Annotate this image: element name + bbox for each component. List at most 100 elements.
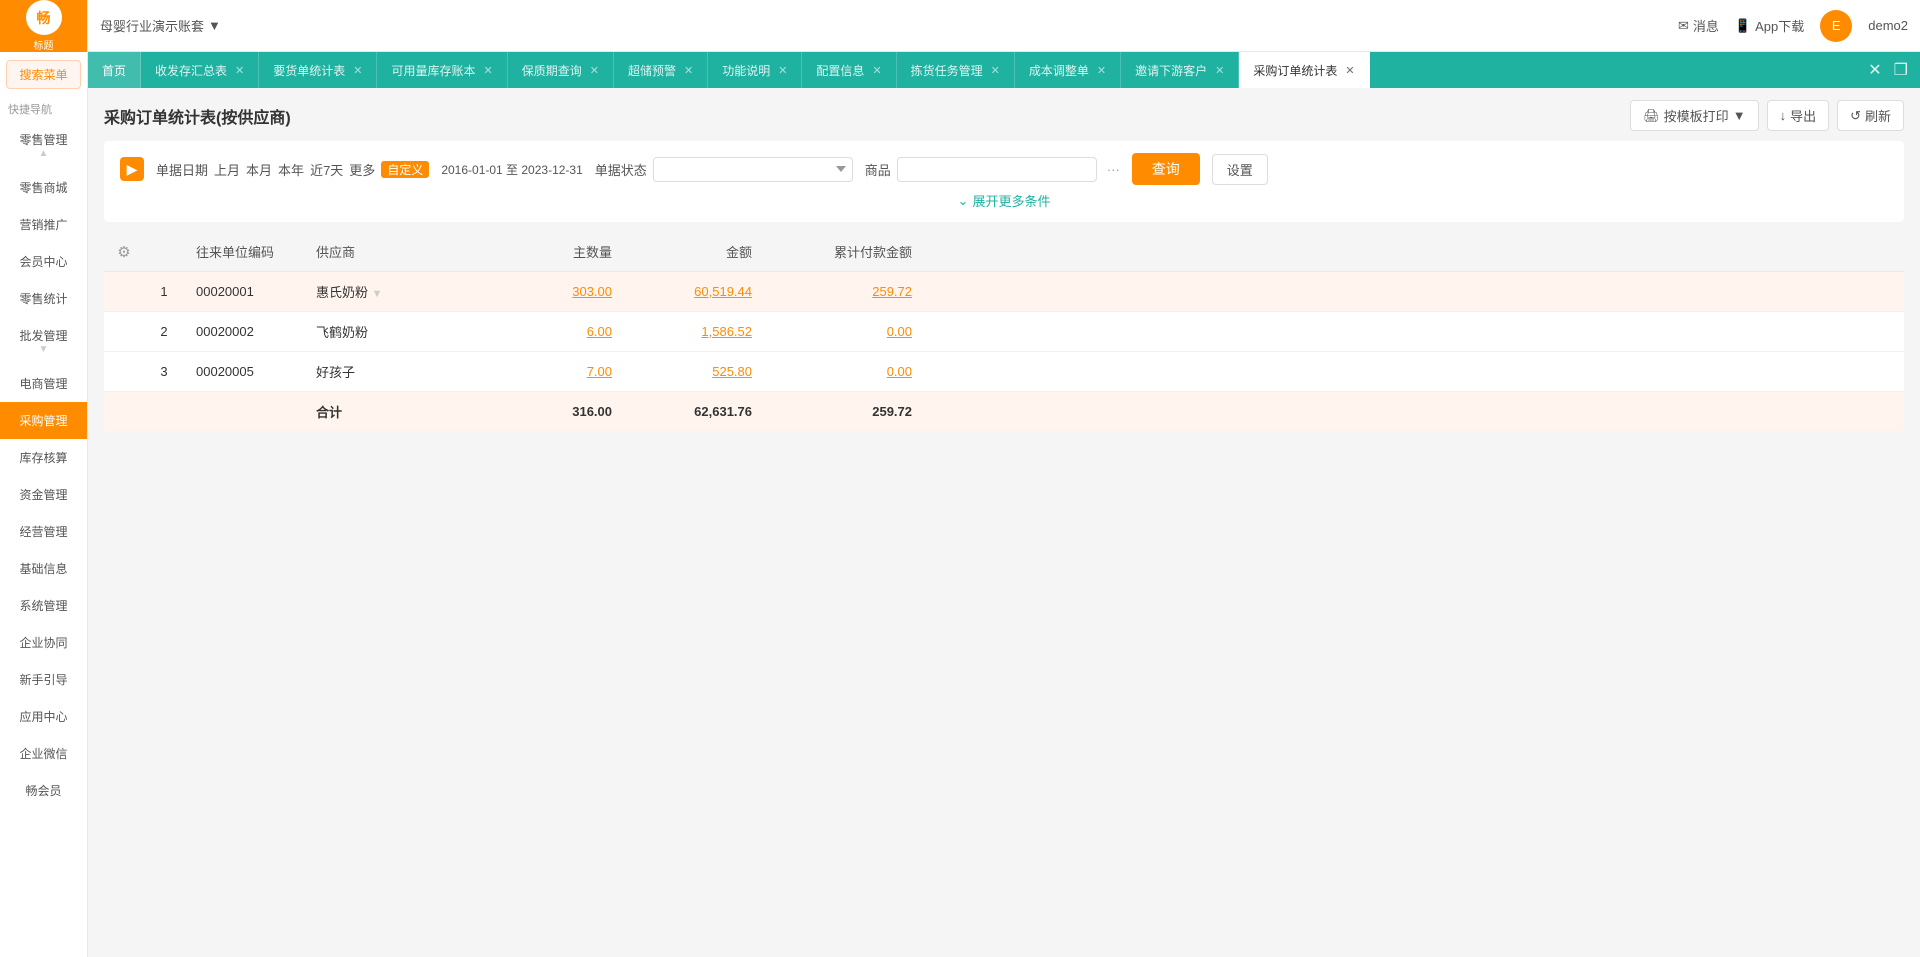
tab-cost-close-icon[interactable]: ✕ xyxy=(1097,64,1106,77)
app-download-button[interactable]: 📱 App下载 xyxy=(1735,16,1804,35)
tab-home[interactable]: 首页 xyxy=(88,52,141,88)
date-7days[interactable]: 近7天 xyxy=(310,160,343,179)
col-header-check: ⚙ xyxy=(104,232,144,272)
footer-qty: 316.00 xyxy=(504,392,624,432)
tab-invite-client[interactable]: 邀请下游客户 ✕ xyxy=(1121,52,1239,88)
tab-pick-task[interactable]: 拣货任务管理 ✕ xyxy=(897,52,1015,88)
tab-purchase-stats-close-icon[interactable]: ✕ xyxy=(1345,64,1354,77)
sidebar-item-wholesale[interactable]: 批发管理 ▼ xyxy=(0,317,87,365)
tab-inventory-ledger[interactable]: 可用量库存账本 ✕ xyxy=(377,52,507,88)
tab-invite-close-icon[interactable]: ✕ xyxy=(1215,64,1224,77)
col-header-paid: 累计付款金额 xyxy=(764,232,924,272)
row2-extra xyxy=(924,312,1904,352)
filter-bar: ▶ 单据日期 上月 本月 本年 近7天 更多 自定义 2016-01-01 至 … xyxy=(104,141,1904,222)
sidebar-item-newbie[interactable]: 新手引导 xyxy=(0,661,87,698)
purchase-label: 采购管理 xyxy=(19,412,67,429)
tab-cost-label: 成本调整单 xyxy=(1029,62,1089,79)
filter-toggle-button[interactable]: ▶ xyxy=(120,157,144,181)
tab-cost-adjust[interactable]: 成本调整单 ✕ xyxy=(1015,52,1121,88)
tab-close-all-button[interactable]: ✕ xyxy=(1864,58,1885,82)
tab-inventory-label: 可用量库存账本 xyxy=(391,62,475,79)
row1-supplier-text: 惠氏奶粉 xyxy=(316,285,368,300)
enterprise-label: 企业协同 xyxy=(19,634,67,651)
refresh-icon: ↺ xyxy=(1850,108,1861,124)
account-dropdown[interactable]: 母婴行业演示账套 ▼ xyxy=(100,16,221,35)
footer-index xyxy=(144,392,184,432)
date-custom-badge[interactable]: 自定义 xyxy=(381,161,429,178)
date-label: 单据日期 xyxy=(156,160,208,179)
sidebar-item-retail-shop[interactable]: 零售商城 xyxy=(0,169,87,206)
row2-amount[interactable]: 1,586.52 xyxy=(624,312,764,352)
tab-receive-close-icon[interactable]: ✕ xyxy=(235,64,244,77)
goods-input[interactable] xyxy=(897,157,1097,182)
expand-filter-button[interactable]: ⌄ 展开更多条件 xyxy=(958,191,1051,210)
print-label: 按模板打印 xyxy=(1664,106,1729,125)
tab-receive-summary[interactable]: 收发存汇总表 ✕ xyxy=(141,52,259,88)
gear-icon[interactable]: ⚙ xyxy=(117,244,130,261)
footer-amount: 62,631.76 xyxy=(624,392,764,432)
date-this-month[interactable]: 本月 xyxy=(246,160,272,179)
tab-restore-button[interactable]: ❐ xyxy=(1890,58,1912,82)
tab-inventory-close-icon[interactable]: ✕ xyxy=(484,64,493,77)
tab-function-desc[interactable]: 功能说明 ✕ xyxy=(708,52,802,88)
tab-config-close-icon[interactable]: ✕ xyxy=(872,64,881,77)
filter-more-row: ⌄ 展开更多条件 xyxy=(120,185,1888,210)
sidebar-item-wechat[interactable]: 企业微信 xyxy=(0,735,87,772)
tab-expiry-close-icon[interactable]: ✕ xyxy=(590,64,599,77)
sidebar-item-basic[interactable]: 基础信息 xyxy=(0,550,87,587)
tab-expiry[interactable]: 保质期查询 ✕ xyxy=(508,52,614,88)
row2-qty[interactable]: 6.00 xyxy=(504,312,624,352)
tab-goods-close-icon[interactable]: ✕ xyxy=(353,64,362,77)
row1-qty[interactable]: 303.00 xyxy=(504,272,624,312)
sidebar-item-retail-stats[interactable]: 零售统计 xyxy=(0,280,87,317)
sidebar-item-inventory[interactable]: 库存核算 xyxy=(0,439,87,476)
settings-button[interactable]: 设置 xyxy=(1212,154,1268,185)
date-links: 上月 本月 本年 近7天 更多 自定义 xyxy=(214,160,429,179)
sidebar-item-app-center[interactable]: 应用中心 xyxy=(0,698,87,735)
sidebar-item-finance[interactable]: 资金管理 xyxy=(0,476,87,513)
sidebar-item-system[interactable]: 系统管理 xyxy=(0,587,87,624)
refresh-button[interactable]: ↺ 刷新 xyxy=(1837,100,1904,131)
date-range-display: 2016-01-01 至 2023-12-31 xyxy=(441,161,582,178)
sidebar-item-retail[interactable]: 零售管理 ▲ xyxy=(0,121,87,169)
ecommerce-label: 电商管理 xyxy=(19,375,67,392)
app-icon: 📱 xyxy=(1735,18,1751,34)
sidebar-item-ecommerce[interactable]: 电商管理 xyxy=(0,365,87,402)
row3-amount[interactable]: 525.80 xyxy=(624,352,764,392)
sidebar-item-purchase[interactable]: 采购管理 xyxy=(0,402,87,439)
wholesale-label: 批发管理 xyxy=(19,327,67,344)
date-more[interactable]: 更多 xyxy=(349,160,375,179)
goods-filter-item: 商品 ··· xyxy=(865,157,1120,182)
status-select[interactable] xyxy=(653,157,853,182)
tab-overstock-close-icon[interactable]: ✕ xyxy=(684,64,693,77)
date-last-month[interactable]: 上月 xyxy=(214,160,240,179)
date-this-year[interactable]: 本年 xyxy=(278,160,304,179)
goods-more-icon[interactable]: ··· xyxy=(1107,162,1120,177)
row1-code: 00020001 xyxy=(184,272,304,312)
sidebar-item-operations[interactable]: 经营管理 xyxy=(0,513,87,550)
tab-purchase-stats[interactable]: 采购订单统计表 ✕ xyxy=(1239,52,1369,88)
row3-qty[interactable]: 7.00 xyxy=(504,352,624,392)
tab-pick-close-icon[interactable]: ✕ xyxy=(991,64,1000,77)
search-button[interactable]: 查询 xyxy=(1132,153,1200,185)
row1-extra xyxy=(924,272,1904,312)
row1-amount[interactable]: 60,519.44 xyxy=(624,272,764,312)
message-button[interactable]: ✉ 消息 xyxy=(1678,16,1719,35)
export-button[interactable]: ↓ 导出 xyxy=(1767,100,1830,131)
row2-paid[interactable]: 0.00 xyxy=(764,312,924,352)
tab-goods-stats[interactable]: 要货单统计表 ✕ xyxy=(259,52,377,88)
print-button[interactable]: 🖨 按模板打印 ▼ xyxy=(1630,100,1758,131)
tab-config-info[interactable]: 配置信息 ✕ xyxy=(802,52,896,88)
sidebar-item-member[interactable]: 会员中心 xyxy=(0,243,87,280)
search-menu-button[interactable]: 搜索菜单 xyxy=(6,60,81,89)
sidebar-item-vip[interactable]: 畅会员 xyxy=(0,772,87,809)
row3-paid[interactable]: 0.00 xyxy=(764,352,924,392)
sidebar-item-marketing[interactable]: 营销推广 xyxy=(0,206,87,243)
tab-over-stock[interactable]: 超储预警 ✕ xyxy=(614,52,708,88)
row1-paid[interactable]: 259.72 xyxy=(764,272,924,312)
sidebar-item-enterprise[interactable]: 企业协同 xyxy=(0,624,87,661)
avatar[interactable]: E xyxy=(1820,10,1852,42)
footer-label: 合计 xyxy=(304,392,504,432)
tab-func-close-icon[interactable]: ✕ xyxy=(778,64,787,77)
username-label[interactable]: demo2 xyxy=(1868,18,1908,33)
